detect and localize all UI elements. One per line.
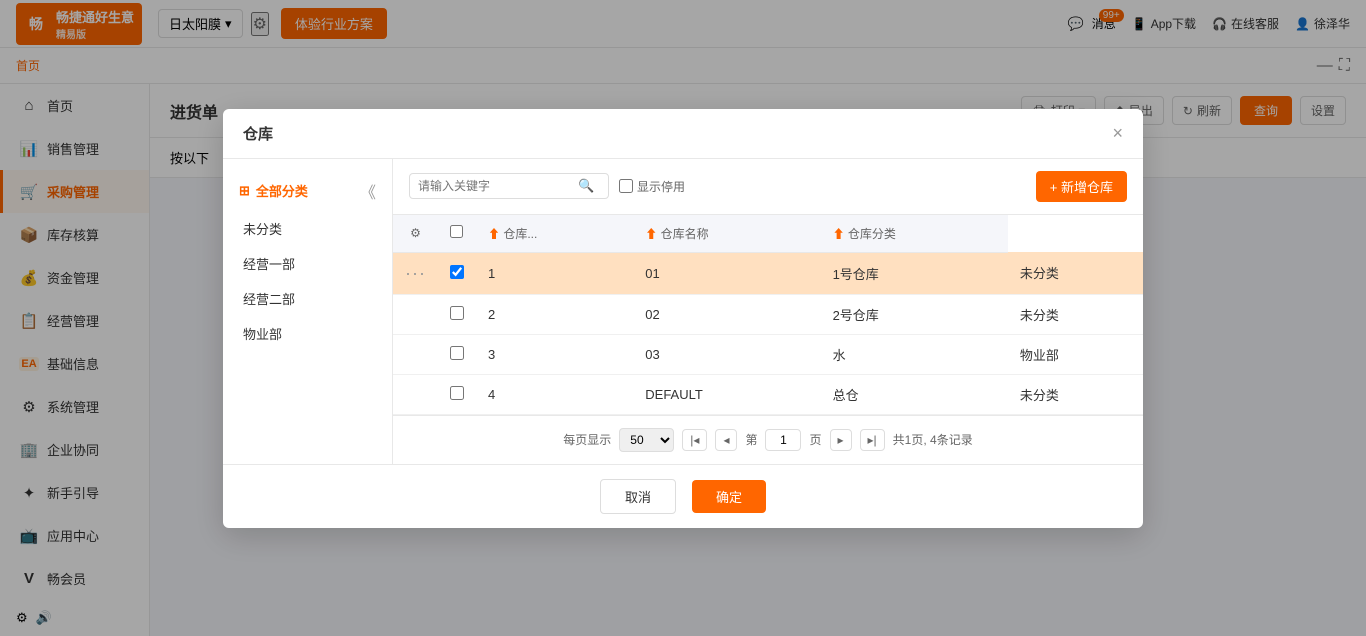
confirm-button[interactable]: 确定 [692,480,766,513]
page-label: 第 [745,431,757,448]
row-action [393,334,438,374]
modal-title: 仓库 [243,123,273,144]
per-page-label: 每页显示 [563,431,611,448]
page-first-button[interactable]: |◂ [682,429,707,451]
modal-header: 仓库 × [223,109,1143,159]
sort-icon3: ⬆ [833,227,845,241]
row-checkbox[interactable] [450,306,464,320]
row-no: 3 [476,334,633,374]
row-action [393,374,438,414]
category-item-dept2[interactable]: 经营二部 [223,281,392,316]
col-checkbox [438,215,476,253]
row-checkbox-cell [438,294,476,334]
table-row[interactable]: 4 DEFAULT 总仓 未分类 [393,374,1143,414]
page-next-button[interactable]: ▸ [830,429,852,451]
col-category: ⬆ 仓库分类 [821,215,1008,253]
sort-icon: ⬆ [488,227,500,241]
modal-table-area: 🔍 显示停用 + 新增仓库 ⚙ [393,159,1143,464]
row-checkbox-cell [438,334,476,374]
row-checkbox[interactable] [450,386,464,400]
pagination: 每页显示 20 50 100 |◂ ◂ 第 页 ▸ ▸| 共1页, 4条记录 [393,415,1143,464]
col-code: ⬆ 仓库... [476,215,633,253]
row-no: 2 [476,294,633,334]
page-last-button[interactable]: ▸| [860,429,885,451]
total-info: 共1页, 4条记录 [893,431,973,448]
row-category: 未分类 [1008,294,1143,334]
row-category: 未分类 [1008,252,1143,294]
modal-body: ⊞ 全部分类 《 未分类 经营一部 经营二部 物业部 🔍 [223,159,1143,464]
collapse-button[interactable]: 《 [360,179,376,203]
dots-icon[interactable]: ··· [405,263,426,283]
category-all-label: 全部分类 [256,181,308,200]
row-category: 未分类 [1008,374,1143,414]
row-category: 物业部 [1008,334,1143,374]
row-code: 03 [633,334,820,374]
category-sidebar: ⊞ 全部分类 《 未分类 经营一部 经营二部 物业部 [223,159,393,464]
show-disabled-container: 显示停用 [619,178,685,195]
row-name: 1号仓库 [821,252,1008,294]
row-code: 01 [633,252,820,294]
row-no: 4 [476,374,633,414]
modal-overlay: 仓库 × ⊞ 全部分类 《 未分类 经营一部 经营二部 物业部 [0,0,1366,636]
table-row[interactable]: 2 02 2号仓库 未分类 [393,294,1143,334]
grid-icon: ⊞ [239,183,250,199]
row-name: 水 [821,334,1008,374]
category-all[interactable]: ⊞ 全部分类 《 [223,171,392,211]
col-name: ⬆ 仓库名称 [633,215,820,253]
row-action: ··· [393,252,438,294]
page-number-input[interactable] [765,429,801,451]
table-row[interactable]: 3 03 水 物业部 [393,334,1143,374]
row-checkbox[interactable] [450,346,464,360]
cancel-button[interactable]: 取消 [600,479,676,514]
search-input[interactable] [418,179,578,193]
warehouse-modal: 仓库 × ⊞ 全部分类 《 未分类 经营一部 经营二部 物业部 [223,109,1143,528]
row-checkbox[interactable] [450,265,464,279]
table-row[interactable]: ··· 1 01 1号仓库 未分类 [393,252,1143,294]
modal-toolbar: 🔍 显示停用 + 新增仓库 [393,159,1143,215]
add-warehouse-button[interactable]: + 新增仓库 [1036,171,1127,202]
row-action [393,294,438,334]
warehouse-table: ⚙ ⬆ 仓库... ⬆ 仓库名称 ⬆ 仓库分类 [393,215,1143,415]
row-name: 2号仓库 [821,294,1008,334]
col-settings: ⚙ [393,215,438,253]
table-header-row: ⚙ ⬆ 仓库... ⬆ 仓库名称 ⬆ 仓库分类 [393,215,1143,253]
row-no: 1 [476,252,633,294]
modal-footer: 取消 确定 [223,464,1143,528]
row-code: DEFAULT [633,374,820,414]
search-icon[interactable]: 🔍 [578,178,594,194]
row-checkbox-cell [438,252,476,294]
row-name: 总仓 [821,374,1008,414]
modal-close-button[interactable]: × [1112,123,1123,144]
category-item-dept1[interactable]: 经营一部 [223,246,392,281]
show-disabled-label: 显示停用 [637,178,685,195]
category-item-uncategorized[interactable]: 未分类 [223,211,392,246]
sort-icon2: ⬆ [645,227,657,241]
search-box: 🔍 [409,173,609,199]
show-disabled-checkbox[interactable] [619,179,633,193]
row-code: 02 [633,294,820,334]
page-unit: 页 [809,431,821,448]
per-page-select[interactable]: 20 50 100 [619,428,674,452]
select-all-checkbox[interactable] [450,225,463,238]
category-item-property[interactable]: 物业部 [223,316,392,351]
row-checkbox-cell [438,374,476,414]
page-prev-button[interactable]: ◂ [715,429,737,451]
